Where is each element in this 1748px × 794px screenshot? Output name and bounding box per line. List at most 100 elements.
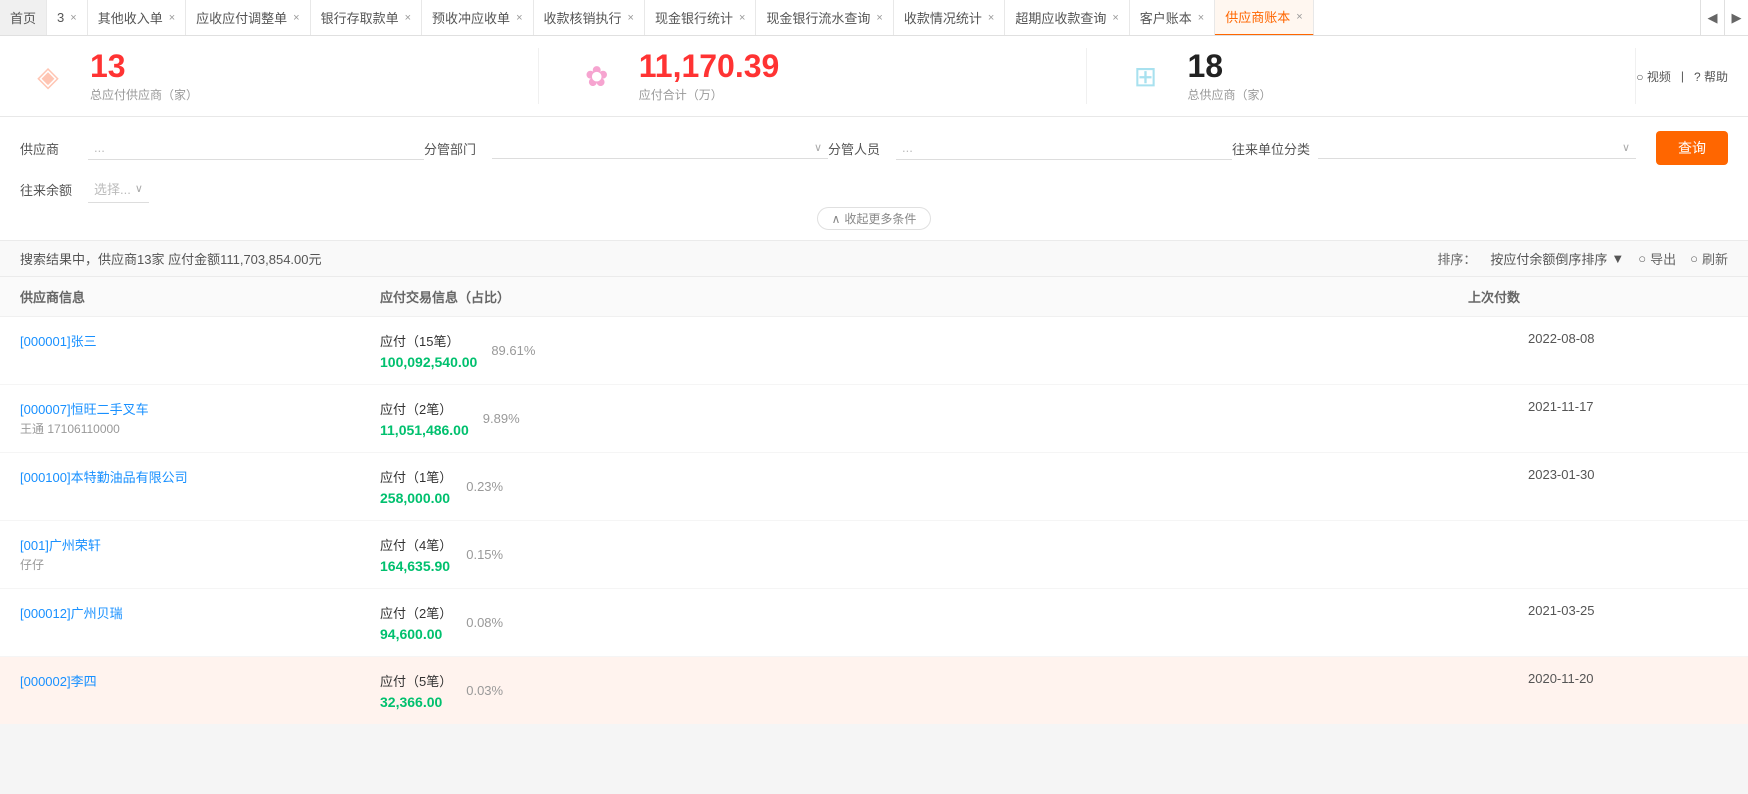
nav-tab-tab3[interactable]: 3× (47, 0, 88, 36)
dept-chevron-icon: ∨ (814, 141, 822, 154)
close-tab-icon-customer-account[interactable]: × (1198, 12, 1204, 24)
tx-label: 应付（2笔） 94,600.00 (380, 603, 452, 642)
collapse-label: 收起更多条件 (844, 210, 916, 227)
refresh-button[interactable]: ○ 刷新 (1690, 249, 1728, 268)
last-pay-date: 2021-03-25 (1528, 603, 1595, 618)
balance-filter-select[interactable]: 选择... ∨ (88, 175, 149, 203)
close-tab-icon-ap-adjust[interactable]: × (293, 12, 299, 24)
nav-tab-collection-stat[interactable]: 收款情况统计× (894, 0, 1005, 36)
query-button[interactable]: 查询 (1656, 131, 1728, 165)
table-row[interactable]: [000007]恒旺二手叉车王通 17106110000应付（2笔）11,051… (0, 385, 1748, 453)
total-suppliers-label: 总供应商（家） (1187, 86, 1271, 103)
nav-tab-ap-adjust[interactable]: 应收应付调整单× (186, 0, 310, 36)
table-row[interactable]: [000002]李四应付（5笔）32,366.000.03%2020-11-20 (0, 657, 1748, 725)
close-tab-icon-supplier-account[interactable]: × (1296, 11, 1302, 23)
balance-filter-label: 往来余额 (20, 180, 80, 199)
tx-label: 应付（2笔） 11,051,486.00 (380, 399, 469, 438)
nav-tab-supplier-account[interactable]: 供应商账本× (1215, 0, 1313, 36)
tx-percent: 89.61% (491, 343, 535, 358)
video-icon: ○ (1636, 70, 1643, 84)
tx-amount[interactable]: 11,051,486.00 (380, 422, 469, 438)
tx-desc: 应付（5笔） (380, 674, 452, 689)
tx-desc: 应付（2笔） (380, 606, 452, 621)
sort-select[interactable]: 按应付余额倒序排序 ▼ (1490, 249, 1624, 268)
nav-tab-other-income[interactable]: 其他收入单× (88, 0, 186, 36)
export-button[interactable]: ○ 导出 (1638, 249, 1676, 268)
last-pay-date: 2020-11-20 (1528, 671, 1594, 686)
tx-amount[interactable]: 32,366.00 (380, 694, 452, 710)
ap-total-icon: ✿ (569, 48, 625, 104)
tx-amount[interactable]: 94,600.00 (380, 626, 452, 642)
supplier-filter-input[interactable] (88, 136, 424, 160)
supplier-link[interactable]: [001]广州荣轩 (20, 535, 380, 554)
close-tab-icon-cash-bank-stat[interactable]: × (739, 12, 745, 24)
nav-prev-arrow[interactable]: ◀ (1700, 0, 1724, 36)
tx-desc: 应付（4笔） (380, 538, 452, 553)
nav-tab-home[interactable]: 首页 (0, 0, 47, 36)
nav-tab-cash-bank-stat[interactable]: 现金银行统计× (645, 0, 756, 36)
tx-label: 应付（5笔） 32,366.00 (380, 671, 452, 710)
data-table: 供应商信息 应付交易信息（占比） 上次付数 [000001]张三应付（15笔） 1… (0, 277, 1748, 725)
tx-desc: 应付（1笔） (380, 470, 452, 485)
table-header: 供应商信息 应付交易信息（占比） 上次付数 (0, 277, 1748, 317)
nav-tab-advance-collection[interactable]: 预收冲应收单× (422, 0, 533, 36)
refresh-icon: ○ (1690, 251, 1698, 266)
filter-balance: 往来余额 选择... ∨ (20, 175, 149, 203)
close-tab-icon-tab3[interactable]: × (70, 12, 76, 24)
header-supplier: 供应商信息 (20, 287, 380, 306)
sort-chevron-icon: ▼ (1611, 251, 1624, 266)
tx-desc: 应付（15笔） (380, 334, 459, 349)
nav-tab-cash-bank-flow[interactable]: 现金银行流水查询× (756, 0, 893, 36)
results-summary: 搜索结果中，供应商13家 应付金额111,703,854.00元 (20, 249, 322, 268)
nav-next-arrow[interactable]: ▶ (1724, 0, 1748, 36)
video-link[interactable]: ○ 视频 (1636, 68, 1671, 85)
close-tab-icon-bank-deposit[interactable]: × (405, 12, 411, 24)
supplier-link[interactable]: [000100]本特勤油品有限公司 (20, 467, 380, 486)
export-icon: ○ (1638, 251, 1646, 266)
supplier-sub-info: 仔仔 (20, 556, 380, 573)
close-tab-icon-payment-verify[interactable]: × (628, 12, 634, 24)
tx-amount[interactable]: 164,635.90 (380, 558, 452, 574)
person-filter-label: 分管人员 (828, 139, 888, 158)
table-row[interactable]: [000012]广州贝瑞应付（2笔） 94,600.00 0.08% 2021-03-… (0, 589, 1748, 657)
help-link[interactable]: ? 帮助 (1694, 68, 1728, 85)
filter-category: 往来单位分类 ∨ (1232, 137, 1636, 159)
table-row[interactable]: [001]广州荣轩仔仔应付（4笔）164,635.900.15% (0, 521, 1748, 589)
summary-card-suppliers-payable: ◈ 13 总应付供应商（家） (20, 48, 539, 104)
table-row[interactable]: [000001]张三应付（15笔） 100,092,540.00 89.61% 202… (0, 317, 1748, 385)
category-filter-label: 往来单位分类 (1232, 139, 1310, 158)
tx-percent: 0.08% (466, 615, 503, 630)
close-tab-icon-advance-collection[interactable]: × (516, 12, 522, 24)
supplier-link[interactable]: [000001]张三 (20, 331, 380, 350)
tx-amount[interactable]: 100,092,540.00 (380, 354, 477, 370)
nav-tab-bank-deposit[interactable]: 银行存取款单× (311, 0, 422, 36)
close-tab-icon-collection-stat[interactable]: × (988, 12, 994, 24)
close-tab-icon-overdue-ap[interactable]: × (1112, 12, 1118, 24)
summary-card-total-suppliers: ⊞ 18 总供应商（家） (1087, 48, 1636, 104)
nav-tab-payment-verify[interactable]: 收款核销执行× (534, 0, 645, 36)
collapse-bar: ∧ 收起更多条件 (20, 203, 1728, 230)
supplier-filter-label: 供应商 (20, 139, 80, 158)
supplier-link[interactable]: [000002]李四 (20, 671, 380, 690)
nav-tab-customer-account[interactable]: 客户账本× (1130, 0, 1215, 36)
collapse-up-icon: ∧ (832, 212, 841, 226)
help-icon: ? (1694, 70, 1701, 84)
tx-desc: 应付（2笔） (380, 402, 452, 417)
summary-card-ap-total: ✿ 11,170.39 应付合计（万） (539, 48, 1088, 104)
results-bar: 搜索结果中，供应商13家 应付金额111,703,854.00元 排序： 按应付… (0, 241, 1748, 277)
table-body: [000001]张三应付（15笔） 100,092,540.00 89.61% 202… (0, 317, 1748, 725)
collapse-button[interactable]: ∧ 收起更多条件 (817, 207, 932, 230)
table-row[interactable]: [000100]本特勤油品有限公司应付（1笔）258,000.000.23%20… (0, 453, 1748, 521)
category-filter-select[interactable]: ∨ (1318, 137, 1636, 159)
nav-tab-overdue-ap[interactable]: 超期应收款查询× (1005, 0, 1129, 36)
balance-filter-value: 选择... (94, 179, 131, 198)
dept-filter-select[interactable]: ∨ (492, 137, 828, 159)
last-pay-date: 2022-08-08 (1528, 331, 1595, 346)
supplier-link[interactable]: [000012]广州贝瑞 (20, 603, 380, 622)
close-tab-icon-other-income[interactable]: × (169, 12, 175, 24)
refresh-label: 刷新 (1702, 249, 1728, 268)
person-filter-input[interactable] (896, 136, 1232, 160)
close-tab-icon-cash-bank-flow[interactable]: × (876, 12, 882, 24)
supplier-link[interactable]: [000007]恒旺二手叉车 (20, 399, 380, 418)
tx-amount[interactable]: 258,000.00 (380, 490, 452, 506)
